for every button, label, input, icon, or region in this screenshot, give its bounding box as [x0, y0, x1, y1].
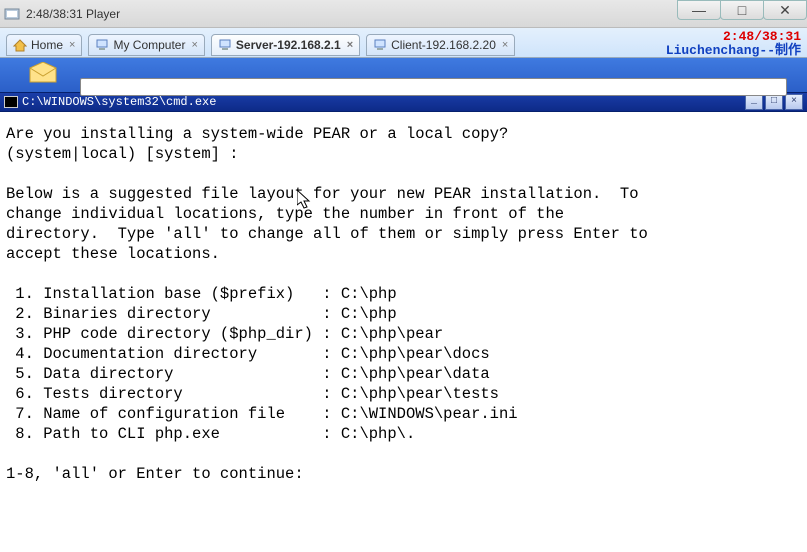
remote-desktop-sliver: [0, 58, 807, 92]
watermark-author: Liuchenchang--制作: [666, 44, 801, 58]
player-app-icon: [4, 6, 20, 22]
minimize-button[interactable]: —: [677, 0, 721, 20]
window-button-group: — □ ✕: [678, 0, 807, 20]
console-line: 2. Binaries directory : C:\php: [6, 305, 397, 323]
server-icon: [218, 38, 232, 52]
console-line: 3. PHP code directory ($php_dir) : C:\ph…: [6, 325, 443, 343]
tab-label: Home: [31, 38, 63, 52]
tab-client[interactable]: Client-192.168.2.20 ×: [366, 34, 515, 56]
tab-label: My Computer: [113, 38, 185, 52]
console-prompt: 1-8, 'all' or Enter to continue:: [6, 465, 304, 483]
computer-icon: [95, 38, 109, 52]
cmd-window-buttons: _ □ ×: [743, 94, 803, 110]
watermark: 2:48/38:31 Liuchenchang--制作: [666, 30, 801, 58]
console-line: 6. Tests directory : C:\php\pear\tests: [6, 385, 499, 403]
console-line: (system|local) [system] :: [6, 145, 239, 163]
tab-close-icon[interactable]: ×: [191, 39, 197, 51]
console-line: accept these locations.: [6, 245, 220, 263]
client-icon: [373, 38, 387, 52]
tab-close-icon[interactable]: ×: [69, 39, 75, 51]
close-button[interactable]: ✕: [763, 0, 807, 20]
explorer-address-bar[interactable]: [80, 78, 787, 96]
maximize-button[interactable]: □: [720, 0, 764, 20]
mail-icon[interactable]: [28, 62, 58, 84]
tab-my-computer[interactable]: My Computer ×: [88, 34, 204, 56]
tab-label: Server-192.168.2.1: [236, 38, 341, 52]
console-line: 4. Documentation directory : C:\php\pear…: [6, 345, 490, 363]
console-line: directory. Type 'all' to change all of t…: [6, 225, 648, 243]
tab-label: Client-192.168.2.20: [391, 38, 496, 52]
tab-close-icon[interactable]: ×: [347, 39, 353, 51]
player-title-text: 2:48/38:31 Player: [26, 7, 120, 21]
player-title-bar: 2:48/38:31 Player — □ ✕: [0, 0, 807, 28]
tab-close-icon[interactable]: ×: [502, 39, 508, 51]
console-line: 8. Path to CLI php.exe : C:\php\.: [6, 425, 415, 443]
console-line: Are you installing a system-wide PEAR or…: [6, 125, 508, 143]
home-icon: [13, 38, 27, 52]
cmd-console[interactable]: Are you installing a system-wide PEAR or…: [0, 112, 807, 552]
cmd-minimize-button[interactable]: _: [745, 94, 763, 110]
tab-home[interactable]: Home ×: [6, 34, 82, 56]
console-line: 1. Installation base ($prefix) : C:\php: [6, 285, 397, 303]
cmd-title-text: C:\WINDOWS\system32\cmd.exe: [22, 95, 216, 109]
watermark-time: 2:48/38:31: [666, 30, 801, 44]
session-tab-strip: Home × My Computer × Server-192.168.2.1 …: [0, 28, 807, 58]
tab-server[interactable]: Server-192.168.2.1 ×: [211, 34, 360, 56]
cmd-close-button[interactable]: ×: [785, 94, 803, 110]
console-line: 5. Data directory : C:\php\pear\data: [6, 365, 490, 383]
console-line: Below is a suggested file layout for you…: [6, 185, 639, 203]
cmd-maximize-button[interactable]: □: [765, 94, 783, 110]
cmd-icon: [4, 96, 18, 108]
console-line: 7. Name of configuration file : C:\WINDO…: [6, 405, 518, 423]
console-line: change individual locations, type the nu…: [6, 205, 564, 223]
